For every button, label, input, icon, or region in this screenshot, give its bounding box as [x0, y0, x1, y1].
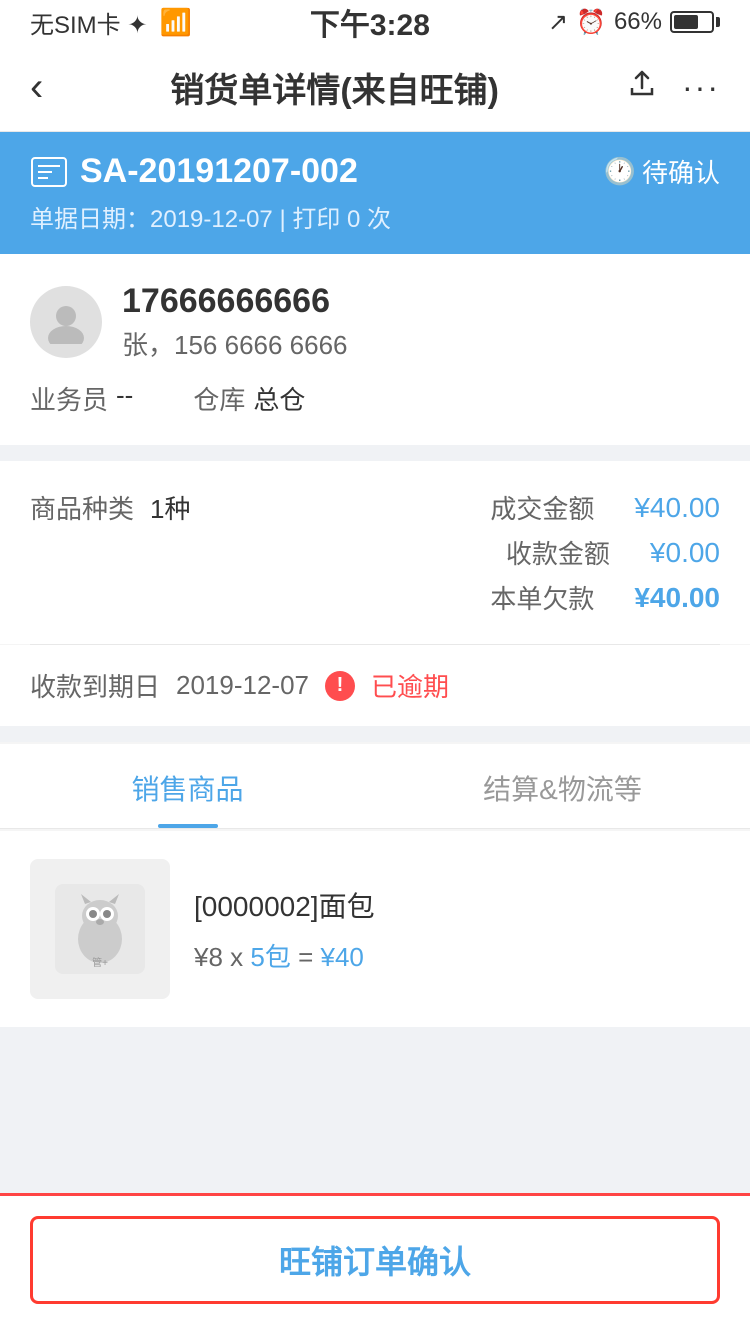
- nav-bar: ‹ 销货单详情(来自旺铺) ···: [0, 44, 750, 132]
- battery-percent: 66%: [614, 8, 662, 36]
- order-meta: 单据日期：2019-12-07 | 打印 0 次: [30, 199, 720, 234]
- order-id: SA-20191207-002: [30, 152, 358, 191]
- battery-icon: [670, 11, 720, 33]
- more-button[interactable]: ···: [682, 69, 720, 106]
- product-total: ¥40: [320, 942, 363, 972]
- product-details: [0000002]面包 ¥8 x 5包 = ¥40: [194, 885, 720, 974]
- amount-value-0: ¥40.00: [634, 492, 720, 524]
- product-qty: 5包: [250, 942, 290, 972]
- sales-rep-label: 业务员: [30, 380, 108, 417]
- tab-underline: [158, 824, 218, 828]
- customer-avatar: [30, 286, 102, 358]
- order-header: SA-20191207-002 🕐 待确认 单据日期：2019-12-07 | …: [0, 132, 750, 254]
- customer-meta: 业务员 -- 仓库 总仓: [30, 380, 720, 417]
- divider-2: [0, 726, 750, 742]
- nav-actions: ···: [626, 68, 720, 108]
- product-image: 管+: [30, 859, 170, 999]
- product-eq: =: [291, 942, 321, 972]
- due-section: 收款到期日 2019-12-07 ! 已逾期: [0, 645, 750, 726]
- confirm-order-button[interactable]: 旺铺订单确认: [30, 1216, 720, 1304]
- product-type-label: 商品种类: [30, 489, 134, 526]
- location-icon: ↗: [548, 8, 568, 37]
- amount-label-2: 本单欠款: [490, 579, 594, 616]
- due-date: 2019-12-07: [176, 670, 309, 701]
- sales-rep-value: --: [116, 380, 133, 417]
- svg-text:管+: 管+: [92, 956, 108, 969]
- clock-icon: 🕐: [604, 156, 636, 187]
- product-price-row: ¥8 x 5包 = ¥40: [194, 937, 720, 974]
- tab-bar: 销售商品 结算&物流等: [0, 744, 750, 829]
- order-icon: [30, 156, 68, 188]
- status-right: ↗ ⏰ 66%: [548, 8, 720, 37]
- alarm-icon: ⏰: [576, 8, 606, 37]
- tab-settlement-logistics[interactable]: 结算&物流等: [375, 744, 750, 828]
- status-bar: 无SIM卡 ✦ 📶 下午3:28 ↗ ⏰ 66%: [0, 0, 750, 44]
- amount-value-2: ¥40.00: [634, 582, 720, 614]
- warehouse-label: 仓库: [193, 380, 245, 417]
- customer-name: 张，156 6666 6666: [122, 325, 720, 362]
- product-type-value: 1种: [150, 489, 190, 526]
- amount-label-1: 收款金额: [506, 534, 610, 571]
- page-title: 销货单详情(来自旺铺): [170, 63, 499, 112]
- status-left: 无SIM卡 ✦ 📶: [30, 5, 192, 40]
- summary-section: 商品种类 1种 成交金额 ¥40.00 收款金额 ¥0.00 本单欠款 ¥40.…: [0, 461, 750, 644]
- product-price: ¥8 x: [194, 942, 250, 972]
- confirm-button-wrapper: 旺铺订单确认: [0, 1193, 750, 1334]
- due-label: 收款到期日: [30, 667, 160, 704]
- tab-sales-products[interactable]: 销售商品: [0, 744, 375, 828]
- back-button[interactable]: ‹: [30, 65, 43, 110]
- time-display: 下午3:28: [310, 0, 430, 44]
- product-section: 管+ [0000002]面包 ¥8 x 5包 = ¥40: [0, 831, 750, 1027]
- amount-summary: 成交金额 ¥40.00 收款金额 ¥0.00 本单欠款 ¥40.00: [490, 489, 720, 616]
- sim-label: 无SIM卡 ✦: [30, 5, 147, 40]
- overdue-icon: !: [325, 671, 355, 701]
- customer-phone: 17666666666: [122, 282, 720, 321]
- share-button[interactable]: [626, 68, 658, 108]
- amount-value-1: ¥0.00: [650, 537, 720, 569]
- order-status: 🕐 待确认: [604, 153, 720, 190]
- wifi-icon: 📶: [159, 7, 191, 38]
- amount-label-0: 成交金额: [490, 489, 594, 526]
- product-item: 管+ [0000002]面包 ¥8 x 5包 = ¥40: [0, 831, 750, 1027]
- divider-1: [0, 445, 750, 461]
- overdue-text: 已逾期: [371, 667, 449, 704]
- customer-section: 17666666666 张，156 6666 6666 业务员 -- 仓库 总仓: [0, 254, 750, 445]
- warehouse-value: 总仓: [253, 380, 305, 417]
- product-name: [0000002]面包: [194, 885, 720, 925]
